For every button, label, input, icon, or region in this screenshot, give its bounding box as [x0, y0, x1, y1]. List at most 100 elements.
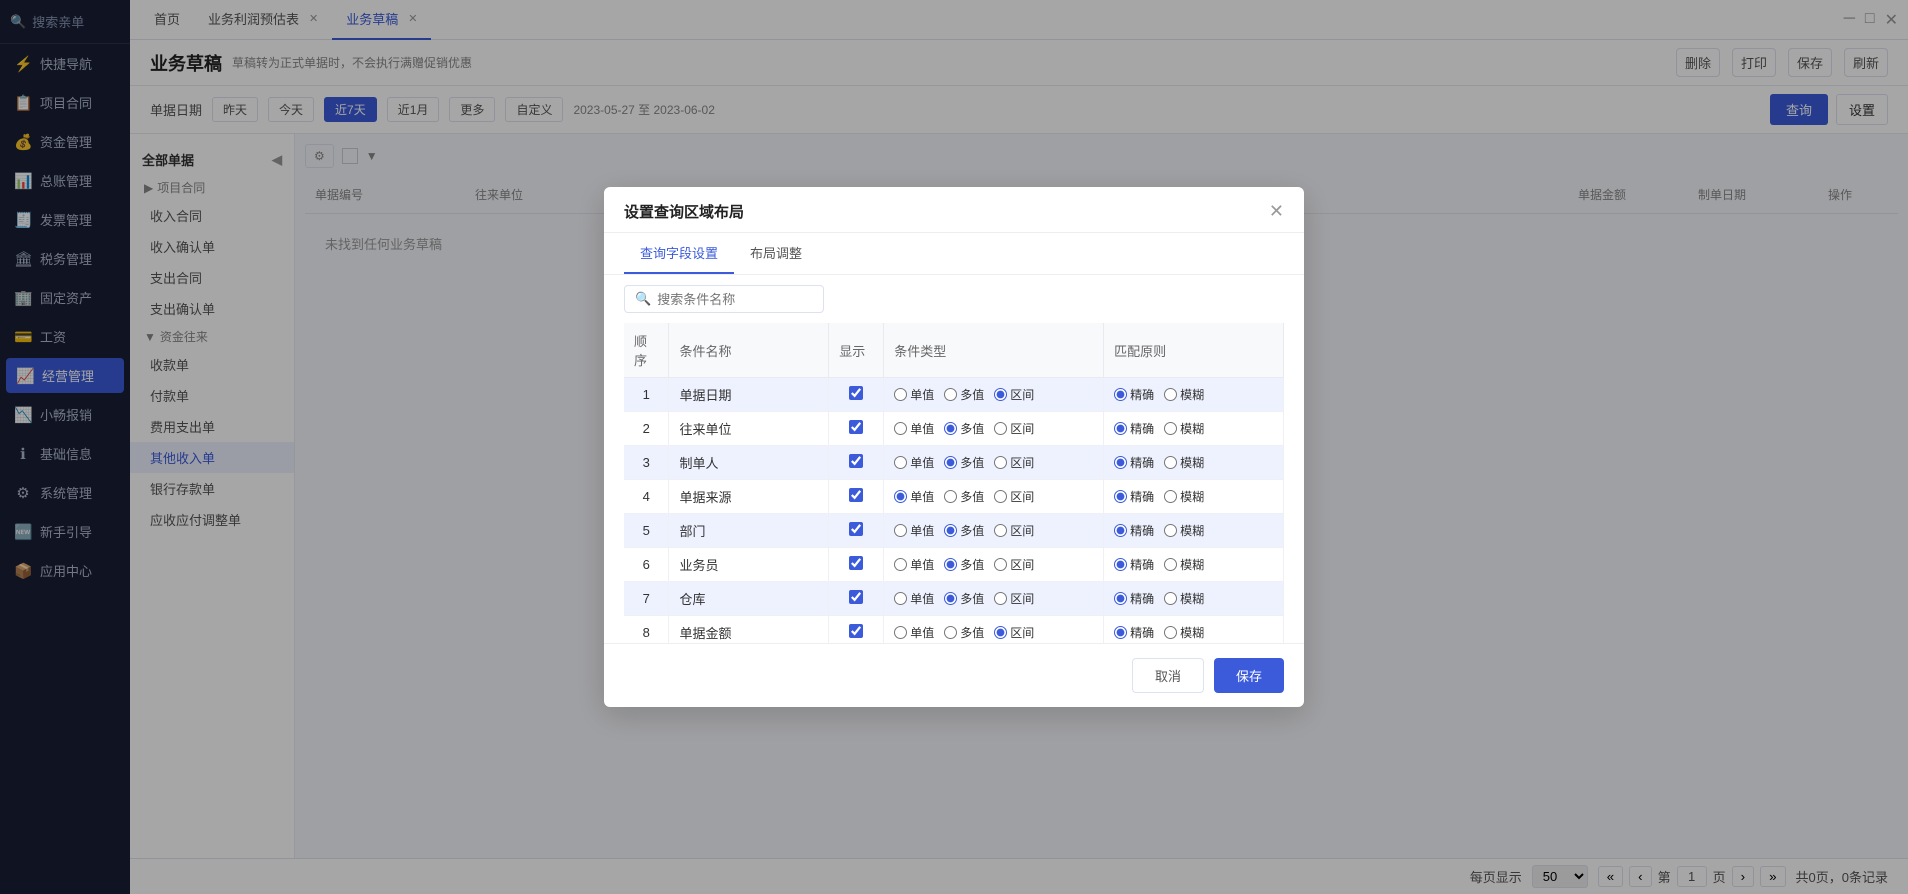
type-radio[interactable]: [894, 388, 907, 401]
match-radio[interactable]: [1164, 592, 1177, 605]
match-radio[interactable]: [1114, 388, 1127, 401]
type-radio-label[interactable]: 单值: [894, 454, 934, 471]
type-radio-label[interactable]: 单值: [894, 386, 934, 403]
type-radio-label[interactable]: 单值: [894, 522, 934, 539]
type-radio-label[interactable]: 区间: [994, 386, 1034, 403]
modal-search-input[interactable]: [657, 292, 817, 307]
type-radio-label[interactable]: 区间: [994, 556, 1034, 573]
type-radio[interactable]: [994, 626, 1007, 639]
type-radio-label[interactable]: 区间: [994, 488, 1034, 505]
type-radio[interactable]: [944, 422, 957, 435]
type-radio-label[interactable]: 多值: [944, 556, 984, 573]
match-radio[interactable]: [1164, 524, 1177, 537]
type-radio[interactable]: [894, 524, 907, 537]
match-radio[interactable]: [1164, 558, 1177, 571]
cancel-button[interactable]: 取消: [1132, 658, 1204, 693]
type-radio[interactable]: [894, 626, 907, 639]
match-radio[interactable]: [1164, 490, 1177, 503]
match-radio[interactable]: [1114, 422, 1127, 435]
match-radio-label[interactable]: 精确: [1114, 624, 1154, 641]
type-radio[interactable]: [894, 456, 907, 469]
match-radio-label[interactable]: 模糊: [1164, 590, 1204, 607]
match-radio[interactable]: [1114, 490, 1127, 503]
show-checkbox[interactable]: [849, 624, 863, 638]
modal-tab-query-fields[interactable]: 查询字段设置: [624, 233, 734, 274]
type-radio-label[interactable]: 多值: [944, 624, 984, 641]
type-radio[interactable]: [894, 592, 907, 605]
type-radio[interactable]: [994, 422, 1007, 435]
type-radio-label[interactable]: 多值: [944, 522, 984, 539]
match-radio-label[interactable]: 精确: [1114, 386, 1154, 403]
match-radio[interactable]: [1114, 592, 1127, 605]
match-radio-label[interactable]: 模糊: [1164, 556, 1204, 573]
type-radio-label[interactable]: 区间: [994, 522, 1034, 539]
modal-tab-layout[interactable]: 布局调整: [734, 233, 818, 274]
match-radio[interactable]: [1164, 626, 1177, 639]
config-table-scroll[interactable]: 顺序 条件名称 显示 条件类型 匹配原则 1单据日期单值多值区间精确模糊2往来单…: [624, 323, 1284, 643]
match-radio[interactable]: [1114, 626, 1127, 639]
match-radio-label[interactable]: 模糊: [1164, 420, 1204, 437]
show-checkbox[interactable]: [849, 386, 863, 400]
type-radio[interactable]: [944, 558, 957, 571]
match-radio[interactable]: [1164, 388, 1177, 401]
match-radio[interactable]: [1114, 558, 1127, 571]
match-radio-label[interactable]: 精确: [1114, 556, 1154, 573]
match-radio-label[interactable]: 精确: [1114, 488, 1154, 505]
match-radio-label[interactable]: 模糊: [1164, 624, 1204, 641]
match-radio-label[interactable]: 精确: [1114, 590, 1154, 607]
type-radio-label[interactable]: 单值: [894, 420, 934, 437]
type-radio[interactable]: [994, 592, 1007, 605]
type-radio[interactable]: [944, 490, 957, 503]
type-radio[interactable]: [944, 388, 957, 401]
modal-close-btn[interactable]: ✕: [1269, 201, 1284, 222]
show-checkbox[interactable]: [849, 590, 863, 604]
type-radio-label[interactable]: 多值: [944, 590, 984, 607]
match-radio[interactable]: [1164, 456, 1177, 469]
match-radio[interactable]: [1164, 422, 1177, 435]
show-checkbox[interactable]: [849, 556, 863, 570]
match-radio[interactable]: [1114, 456, 1127, 469]
show-checkbox[interactable]: [849, 522, 863, 536]
type-radio-label[interactable]: 多值: [944, 488, 984, 505]
modal-body: 顺序 条件名称 显示 条件类型 匹配原则 1单据日期单值多值区间精确模糊2往来单…: [604, 323, 1304, 643]
cell-match: 精确模糊: [1104, 616, 1284, 644]
match-radio-label[interactable]: 模糊: [1164, 454, 1204, 471]
type-radio[interactable]: [994, 558, 1007, 571]
type-radio-label[interactable]: 多值: [944, 386, 984, 403]
type-radio[interactable]: [944, 524, 957, 537]
type-radio-label[interactable]: 单值: [894, 590, 934, 607]
type-radio[interactable]: [944, 456, 957, 469]
type-radio-label[interactable]: 多值: [944, 420, 984, 437]
show-checkbox[interactable]: [849, 420, 863, 434]
type-radio-label[interactable]: 区间: [994, 420, 1034, 437]
type-radio[interactable]: [994, 456, 1007, 469]
type-radio-label[interactable]: 区间: [994, 590, 1034, 607]
type-radio-label[interactable]: 多值: [944, 454, 984, 471]
match-radio-label[interactable]: 模糊: [1164, 488, 1204, 505]
match-radio-label[interactable]: 精确: [1114, 420, 1154, 437]
type-radio[interactable]: [894, 422, 907, 435]
type-radio[interactable]: [894, 558, 907, 571]
modal-save-button[interactable]: 保存: [1214, 658, 1284, 693]
type-radio[interactable]: [894, 490, 907, 503]
match-radio-label[interactable]: 精确: [1114, 522, 1154, 539]
type-radio[interactable]: [944, 626, 957, 639]
show-checkbox[interactable]: [849, 454, 863, 468]
th-show: 显示: [829, 323, 884, 378]
cell-type: 单值多值区间: [884, 514, 1104, 548]
type-radio-label[interactable]: 单值: [894, 488, 934, 505]
match-radio-label[interactable]: 模糊: [1164, 386, 1204, 403]
type-radio-label[interactable]: 区间: [994, 624, 1034, 641]
cell-order: 4: [624, 480, 669, 514]
type-radio[interactable]: [994, 490, 1007, 503]
type-radio-label[interactable]: 单值: [894, 624, 934, 641]
match-radio-label[interactable]: 模糊: [1164, 522, 1204, 539]
type-radio-label[interactable]: 区间: [994, 454, 1034, 471]
match-radio[interactable]: [1114, 524, 1127, 537]
type-radio[interactable]: [994, 388, 1007, 401]
match-radio-label[interactable]: 精确: [1114, 454, 1154, 471]
type-radio-label[interactable]: 单值: [894, 556, 934, 573]
type-radio[interactable]: [994, 524, 1007, 537]
show-checkbox[interactable]: [849, 488, 863, 502]
type-radio[interactable]: [944, 592, 957, 605]
